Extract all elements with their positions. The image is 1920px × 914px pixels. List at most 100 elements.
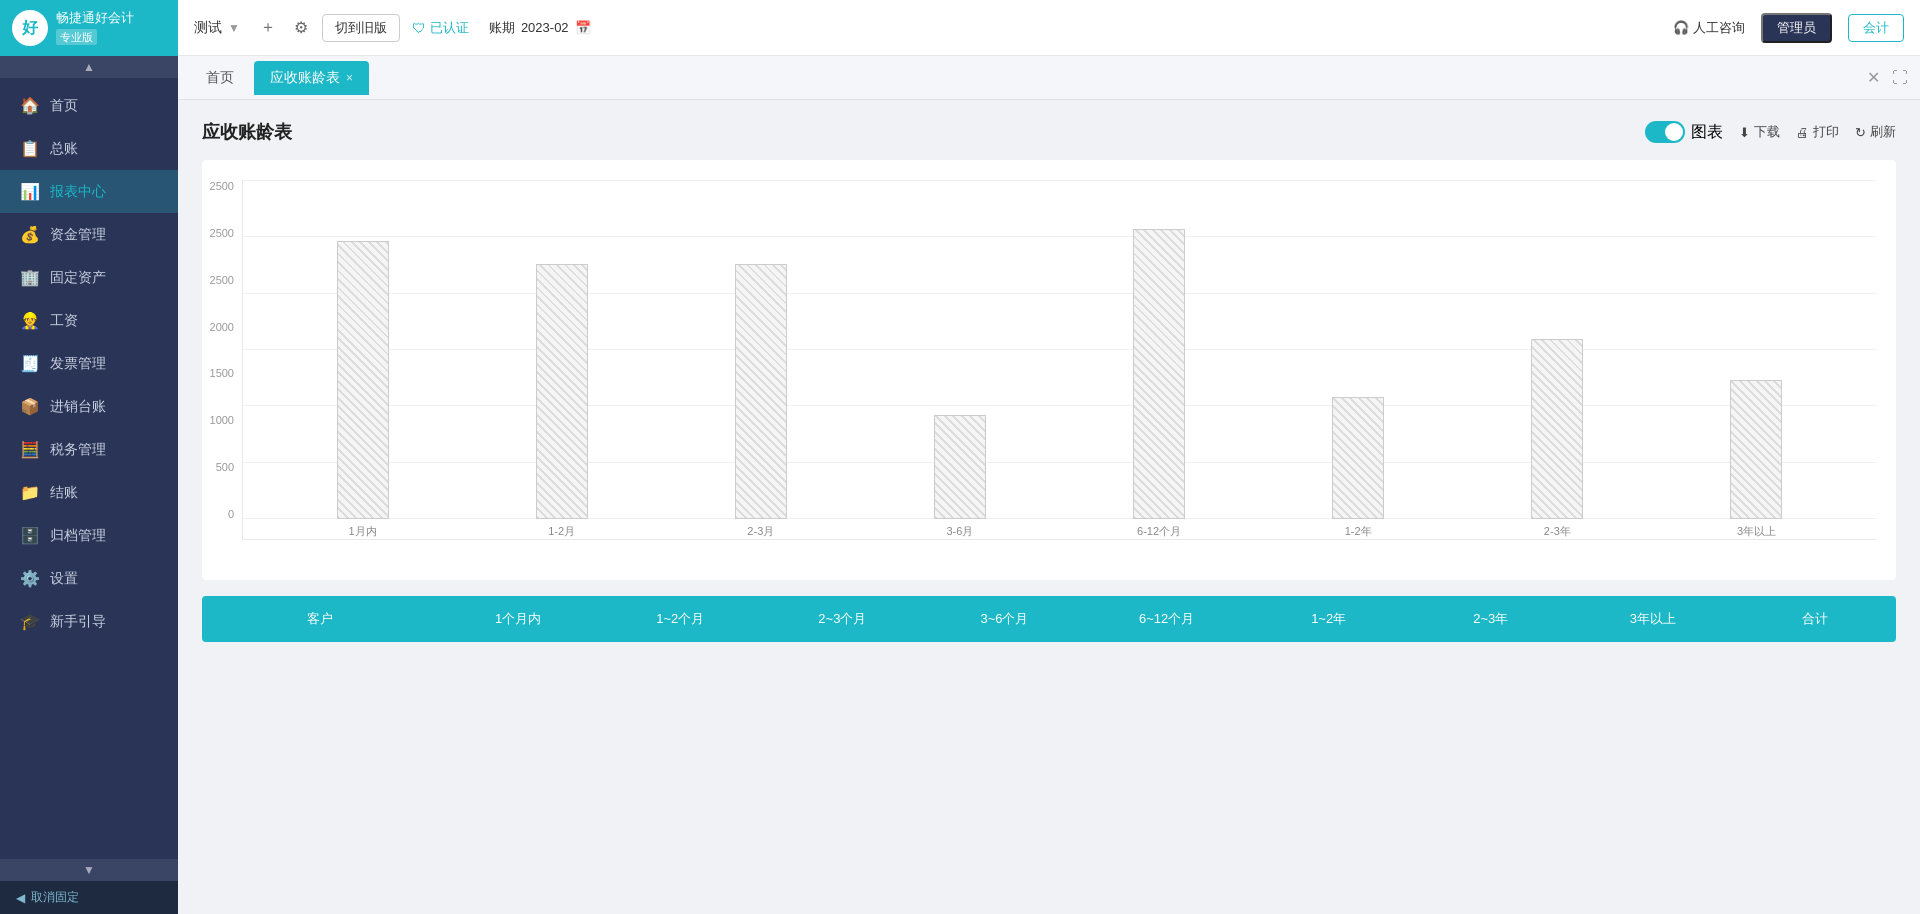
nav-icon-0: 🏠: [20, 96, 40, 115]
x-axis-label: 2-3年: [1531, 524, 1583, 539]
nav-icon-2: 📊: [20, 182, 40, 201]
chart-area: 2500250025002000150010005000 1月内1-2月2-3月…: [242, 180, 1876, 540]
nav-label-10: 归档管理: [50, 527, 106, 545]
chart-bar: [1332, 397, 1384, 519]
headset-icon: 🎧: [1673, 20, 1689, 35]
sidebar-item-归档管理[interactable]: 🗄️ 归档管理: [0, 514, 178, 557]
nav-icon-6: 🧾: [20, 354, 40, 373]
chart-bar: [337, 241, 389, 519]
col-total: 合计: [1734, 596, 1896, 642]
switch-version-button[interactable]: 切到旧版: [322, 14, 400, 42]
refresh-button[interactable]: ↻ 刷新: [1855, 123, 1896, 141]
chevron-down-icon: ▼: [228, 21, 240, 35]
tab-receivable-aging[interactable]: 应收账龄表 ×: [254, 61, 369, 95]
col-3-6month: 3~6个月: [923, 596, 1085, 642]
chart-bar: [1730, 380, 1782, 519]
col-1-2month: 1~2个月: [599, 596, 761, 642]
download-button[interactable]: ⬇ 下载: [1739, 123, 1780, 141]
chart-bar: [1531, 339, 1583, 519]
bar-group: [536, 264, 588, 519]
shield-icon: 🛡: [412, 20, 426, 36]
add-button[interactable]: ＋: [256, 13, 280, 42]
sidebar-nav: 🏠首页 📋 总账 📊 报表中心 💰资金管理 🏢 固定资产 👷 工资 🧾 发票管理 📦进销台账 🧮 税务管理 📁…: [0, 78, 178, 859]
settings-icon[interactable]: ⚙: [290, 14, 312, 41]
print-button[interactable]: 🖨 打印: [1796, 123, 1839, 141]
nav-label-5: 工资: [50, 312, 78, 330]
topbar-actions: ＋ ⚙ 切到旧版: [256, 13, 400, 42]
workspace-selector[interactable]: 测试 ▼: [194, 19, 240, 37]
sidebar-item-报表中心[interactable]: 📊 报表中心: [0, 170, 178, 213]
sidebar-item-首页[interactable]: 🏠首页: [0, 84, 178, 127]
expand-window-icon[interactable]: ⛶: [1892, 69, 1908, 87]
chart-bar: [1133, 229, 1185, 519]
sidebar-logo: 好 畅捷通好会计 专业版: [0, 0, 178, 56]
y-axis: 2500250025002000150010005000: [202, 180, 242, 520]
user-button[interactable]: 管理员: [1761, 13, 1832, 43]
nav-label-2: 报表中心: [50, 183, 106, 201]
nav-label-6: 发票管理: [50, 355, 106, 373]
sidebar-item-总账[interactable]: 📋 总账: [0, 127, 178, 170]
bar-group: [1730, 380, 1782, 519]
nav-icon-8: 🧮: [20, 440, 40, 459]
y-axis-label: 1500: [210, 367, 234, 379]
x-axis-label: 3年以上: [1730, 524, 1782, 539]
tabbar: 首页 应收账龄表 × ✕ ⛶: [178, 56, 1920, 100]
nav-label-8: 税务管理: [50, 441, 106, 459]
nav-label-12: 新手引导: [50, 613, 106, 631]
sidebar-scroll-down[interactable]: ▼: [0, 859, 178, 881]
x-axis-label: 1-2年: [1332, 524, 1384, 539]
x-axis-label: 1-2月: [536, 524, 588, 539]
main-area: 测试 ▼ ＋ ⚙ 切到旧版 🛡 已认证 账期 2023-02 📅 🎧 人工咨询 …: [178, 0, 1920, 914]
period-info: 账期 2023-02 📅: [489, 19, 591, 37]
sidebar: 好 畅捷通好会计 专业版 ▲ 🏠首页 📋 总账 📊 报表中心 💰资金管理 🏢 固定资产 👷 工资 🧾…: [0, 0, 178, 914]
sidebar-item-结账[interactable]: 📁结账: [0, 471, 178, 514]
nav-icon-4: 🏢: [20, 268, 40, 287]
nav-icon-10: 🗄️: [20, 526, 40, 545]
close-window-icon[interactable]: ✕: [1867, 68, 1880, 87]
table-container: 客户 1个月内 1~2个月 2~3个月 3~6个月 6~12个月 1~2年 2~…: [202, 596, 1896, 642]
y-axis-label: 2000: [210, 321, 234, 333]
col-1-2year: 1~2年: [1248, 596, 1410, 642]
sidebar-item-工资[interactable]: 👷 工资: [0, 299, 178, 342]
consult-button[interactable]: 🎧 人工咨询: [1673, 19, 1745, 37]
chart-inner: 1月内1-2月2-3月3-6月6-12个月1-2年2-3年3年以上: [242, 180, 1876, 540]
refresh-icon: ↻: [1855, 125, 1866, 140]
verified-badge: 🛡 已认证: [412, 19, 469, 37]
y-axis-label: 500: [216, 461, 234, 473]
calendar-icon[interactable]: 📅: [575, 20, 591, 35]
nav-icon-12: 🎓: [20, 612, 40, 631]
sidebar-item-发票管理[interactable]: 🧾 发票管理: [0, 342, 178, 385]
print-icon: 🖨: [1796, 125, 1809, 140]
role-button[interactable]: 会计: [1848, 14, 1904, 42]
nav-icon-3: 💰: [20, 225, 40, 244]
chart-container: 2500250025002000150010005000 1月内1-2月2-3月…: [202, 160, 1896, 580]
tab-home[interactable]: 首页: [190, 61, 250, 95]
page-actions: 图表 ⬇ 下载 🖨 打印 ↻ 刷新: [1645, 121, 1896, 143]
x-axis-label: 3-6月: [934, 524, 986, 539]
col-2-3month: 2~3个月: [761, 596, 923, 642]
bar-group: [934, 415, 986, 519]
sidebar-item-新手引导[interactable]: 🎓 新手引导: [0, 600, 178, 643]
chart-toggle[interactable]: [1645, 121, 1685, 143]
sidebar-item-资金管理[interactable]: 💰资金管理: [0, 213, 178, 256]
chart-bar: [536, 264, 588, 519]
sidebar-item-税务管理[interactable]: 🧮 税务管理: [0, 428, 178, 471]
cancel-fixed-button[interactable]: ◀ 取消固定: [0, 881, 178, 914]
col-6-12month: 6~12个月: [1086, 596, 1248, 642]
nav-icon-5: 👷: [20, 311, 40, 330]
window-controls: ✕ ⛶: [1867, 68, 1908, 87]
bar-group: [1531, 339, 1583, 519]
x-axis-label: 6-12个月: [1133, 524, 1185, 539]
y-axis-label: 1000: [210, 414, 234, 426]
sidebar-item-固定资产[interactable]: 🏢 固定资产: [0, 256, 178, 299]
nav-icon-1: 📋: [20, 139, 40, 158]
download-icon: ⬇: [1739, 125, 1750, 140]
sidebar-item-设置[interactable]: ⚙️设置: [0, 557, 178, 600]
nav-label-1: 总账: [50, 140, 78, 158]
tab-close-icon[interactable]: ×: [346, 71, 353, 85]
logo-text: 畅捷通好会计 专业版: [56, 10, 134, 46]
sidebar-item-进销台账[interactable]: 📦进销台账: [0, 385, 178, 428]
nav-label-9: 结账: [50, 484, 78, 502]
nav-label-4: 固定资产: [50, 269, 106, 287]
sidebar-scroll-up[interactable]: ▲: [0, 56, 178, 78]
